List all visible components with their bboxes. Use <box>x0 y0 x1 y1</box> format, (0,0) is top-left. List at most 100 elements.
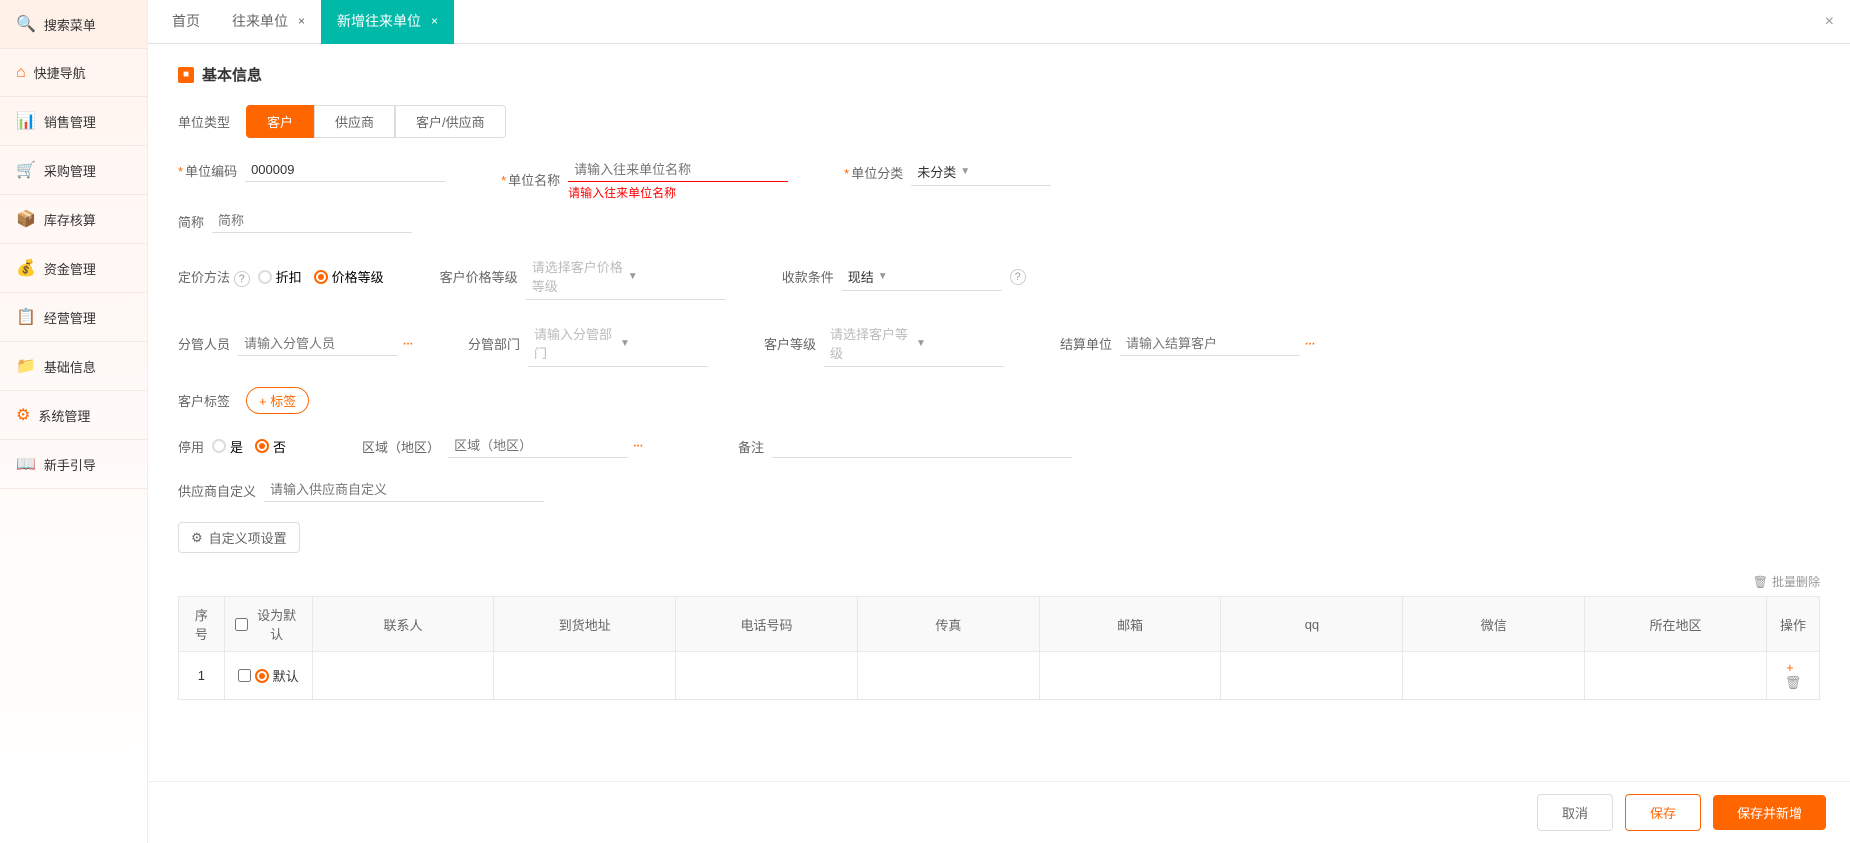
radio-discount[interactable]: 折扣 <box>258 267 302 286</box>
sidebar-item-operations[interactable]: 📋 经营管理 <box>0 293 147 342</box>
cell-email[interactable] <box>1039 652 1221 700</box>
col-email: 邮箱 <box>1039 597 1221 652</box>
settlement-dots-btn[interactable]: ··· <box>1304 335 1314 353</box>
sidebar-item-finance[interactable]: 💰 资金管理 <box>0 244 147 293</box>
department-select[interactable]: 请输入分管部门 ▼ <box>528 320 708 367</box>
cell-region[interactable] <box>1585 652 1767 700</box>
table-header-row: 序号 设为默认 联系人 到货地址 电话号码 传真 邮箱 qq <box>179 597 1820 652</box>
payment-terms-select[interactable]: 现结 ▼ <box>842 263 1002 291</box>
cell-wechat[interactable] <box>1403 652 1585 700</box>
batch-delete-button[interactable]: 🗑 批量删除 <box>1753 573 1820 590</box>
window-close-button[interactable]: × <box>1817 13 1842 31</box>
wechat-input[interactable] <box>1413 668 1574 683</box>
settlement-unit-wrap: ··· <box>1120 332 1314 356</box>
remark-group: 备注 <box>738 434 1072 458</box>
customer-level-select[interactable]: 请选择客户等级 ▼ <box>824 320 1004 367</box>
customer-tag-row: 客户标签 + 标签 <box>178 387 1820 414</box>
pricing-help-icon[interactable]: ? <box>234 271 250 287</box>
delete-icon: 🗑 <box>1753 575 1768 589</box>
gear-icon: ⚙ <box>191 530 203 546</box>
row-checkbox[interactable] <box>238 669 251 682</box>
col-qq: qq <box>1221 597 1403 652</box>
region-dots-btn[interactable]: ··· <box>632 437 642 455</box>
tab-home[interactable]: 首页 <box>156 0 216 44</box>
manager-dots-btn[interactable]: ··· <box>402 335 412 353</box>
cell-phone[interactable] <box>676 652 858 700</box>
cell-address[interactable] <box>494 652 676 700</box>
price-level-chevron: ▼ <box>628 271 720 282</box>
unit-name-input[interactable] <box>568 158 788 182</box>
department-chevron: ▼ <box>620 338 702 349</box>
tag-add-button[interactable]: + 标签 <box>246 387 309 414</box>
fax-input[interactable] <box>868 668 1029 683</box>
unit-category-select[interactable]: 未分类 ▼ <box>911 158 1051 186</box>
address-input[interactable] <box>504 668 665 683</box>
short-name-input[interactable] <box>212 209 412 233</box>
delete-row-button[interactable]: 🗑 <box>1785 675 1802 690</box>
radio-disabled-yes[interactable]: 是 <box>212 437 243 456</box>
pricing-method-group: 定价方法 ? 折扣 价格等级 <box>178 267 384 287</box>
unit-category-label: *单位分类 <box>844 163 903 182</box>
sales-icon: 📊 <box>16 111 36 131</box>
cell-qq[interactable] <box>1221 652 1403 700</box>
cell-contact[interactable] <box>312 652 494 700</box>
manager-input[interactable] <box>238 332 398 356</box>
tab-new-partner-close[interactable]: × <box>431 14 438 28</box>
col-region: 所在地区 <box>1585 597 1767 652</box>
tab-partners-close[interactable]: × <box>298 14 305 28</box>
radio-disabled-no[interactable]: 否 <box>255 437 286 456</box>
email-input[interactable] <box>1050 668 1211 683</box>
unit-name-field-wrapper: 请输入往来单位名称 <box>568 158 788 201</box>
supplier-custom-row: 供应商自定义 <box>178 478 1820 502</box>
table-actions-bar: 🗑 批量删除 <box>178 573 1820 590</box>
radio-grade-circle <box>314 270 328 284</box>
payment-terms-help-icon[interactable]: ? <box>1010 269 1026 285</box>
remark-input[interactable] <box>772 434 1072 458</box>
contact-input[interactable] <box>323 668 484 683</box>
unit-type-row: 单位类型 客户 供应商 客户/供应商 <box>178 105 1820 138</box>
sidebar-item-basic[interactable]: 📁 基础信息 <box>0 342 147 391</box>
radio-grade[interactable]: 价格等级 <box>314 267 384 286</box>
category-chevron: ▼ <box>960 166 970 177</box>
customer-price-level-select[interactable]: 请选择客户价格等级 ▼ <box>526 253 726 300</box>
quicknav-icon: ⌂ <box>16 64 26 82</box>
pricing-row: 定价方法 ? 折扣 价格等级 客户价格等级 请选择客户价 <box>178 253 1820 300</box>
cancel-button[interactable]: 取消 <box>1537 794 1613 831</box>
region-table-input[interactable] <box>1595 668 1756 683</box>
settlement-unit-input[interactable] <box>1120 332 1300 356</box>
section-title: 基本信息 <box>202 64 262 85</box>
customer-level-group: 客户等级 请选择客户等级 ▼ <box>764 320 1004 367</box>
region-input-wrap: ··· <box>448 434 642 458</box>
region-input[interactable] <box>448 434 628 458</box>
pricing-radio-group: 折扣 价格等级 <box>258 267 384 286</box>
sidebar-item-guide[interactable]: 📖 新手引导 <box>0 440 147 489</box>
pricing-method-label: 定价方法 ? <box>178 267 250 287</box>
supplier-custom-input[interactable] <box>264 478 544 502</box>
select-all-checkbox[interactable] <box>235 618 248 631</box>
cell-action: + 🗑 <box>1766 652 1819 700</box>
btn-customer[interactable]: 客户 <box>246 105 314 138</box>
save-new-button[interactable]: 保存并新增 <box>1713 795 1826 830</box>
sidebar-item-quicknav[interactable]: ⌂ 快捷导航 <box>0 49 147 97</box>
department-group: 分管部门 请输入分管部门 ▼ <box>468 320 708 367</box>
add-row-button[interactable]: + <box>1786 660 1794 675</box>
sidebar-item-purchase[interactable]: 🛒 采购管理 <box>0 146 147 195</box>
custom-settings-button[interactable]: ⚙ 自定义项设置 <box>178 522 300 553</box>
sidebar-item-inventory[interactable]: 📦 库存核算 <box>0 195 147 244</box>
qq-input[interactable] <box>1231 668 1392 683</box>
btn-supplier[interactable]: 供应商 <box>314 105 395 138</box>
disabled-row: 停用 是 否 区域（地区） ··· <box>178 434 1820 458</box>
sidebar-item-sales[interactable]: 📊 销售管理 <box>0 97 147 146</box>
inventory-icon: 📦 <box>16 209 36 229</box>
row-default-radio[interactable]: 默认 <box>255 666 299 685</box>
save-button[interactable]: 保存 <box>1625 794 1701 831</box>
sidebar-item-search[interactable]: 🔍 搜索菜单 <box>0 0 147 49</box>
sidebar-item-system[interactable]: ⚙ 系统管理 <box>0 391 147 440</box>
phone-input[interactable] <box>686 668 847 683</box>
custom-settings-row: ⚙ 自定义项设置 <box>178 522 1820 553</box>
tab-new-partner[interactable]: 新增往来单位 × <box>321 0 454 44</box>
cell-fax[interactable] <box>857 652 1039 700</box>
tab-partners[interactable]: 往来单位 × <box>216 0 321 44</box>
unit-code-input[interactable] <box>245 158 445 182</box>
btn-both[interactable]: 客户/供应商 <box>395 105 506 138</box>
